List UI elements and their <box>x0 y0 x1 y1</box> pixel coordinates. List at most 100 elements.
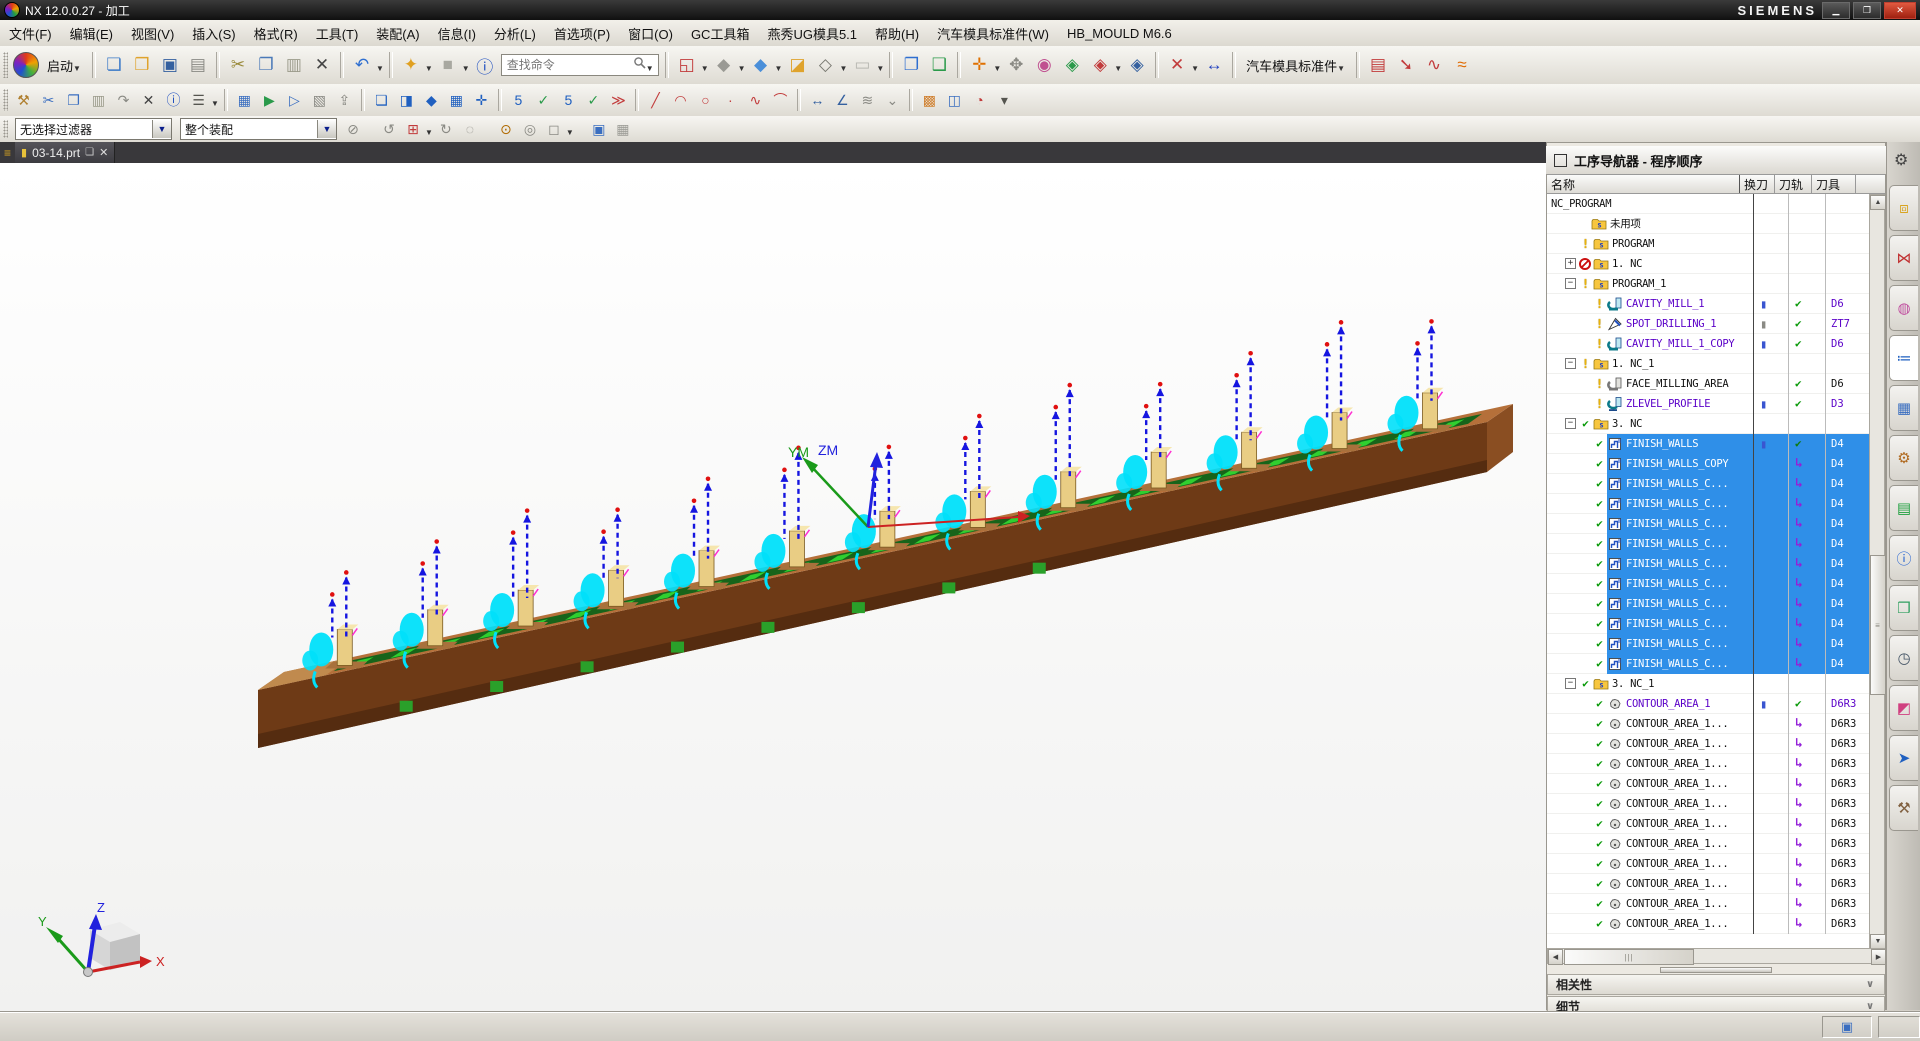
snap-point-dashed-icon[interactable]: ◎ <box>518 117 542 141</box>
collapse-icon[interactable]: − <box>1565 358 1576 369</box>
command-finder-input[interactable]: ▼ <box>500 54 659 76</box>
grid-display-icon[interactable]: ▦ <box>611 117 635 141</box>
tree-row[interactable]: ! CAVITY_MILL_1 ▮ ✔ D6 <box>1547 293 1869 314</box>
tree-row[interactable]: −! 1. NC_1 <box>1547 353 1869 374</box>
tree-item-name[interactable]: FACE_MILLING_AREA <box>1607 374 1753 394</box>
render-style-static-icon[interactable]: ◆ <box>710 51 738 79</box>
create-method-icon[interactable]: ▦ <box>444 88 469 113</box>
collapse-icon[interactable]: − <box>1565 418 1576 429</box>
chevron-down-icon[interactable]: ▼ <box>73 64 81 73</box>
restore-button[interactable]: ❐ <box>1853 1 1881 19</box>
column-toolpath[interactable]: 刀轨 <box>1774 175 1811 193</box>
tree-row[interactable]: ✔ FINISH_WALLS_C... ↳ D4 <box>1547 653 1869 674</box>
tree-row[interactable]: ✔ CONTOUR_AREA_1... ↳ D6R3 <box>1547 713 1869 734</box>
selection-filter-combo[interactable]: 无选择过滤器 ▼ <box>15 118 172 140</box>
tree-item-name[interactable]: PROGRAM_1 <box>1593 274 1753 294</box>
circle-tool-icon[interactable]: ○ <box>693 88 718 113</box>
menu-item[interactable]: 信息(I) <box>429 22 485 45</box>
tree-item-name[interactable]: CONTOUR_AREA_1... <box>1607 914 1753 934</box>
toolbar-handle[interactable] <box>3 119 8 139</box>
tree-item-name[interactable]: FINISH_WALLS_C... <box>1607 513 1753 534</box>
wcs-display-icon[interactable]: ▣ <box>587 117 611 141</box>
print-icon[interactable]: ▤ <box>184 51 212 79</box>
postprocess-icon[interactable]: ⇪ <box>332 88 357 113</box>
tree-item-name[interactable]: CONTOUR_AREA_1... <box>1607 854 1753 874</box>
move-component-icon[interactable]: ◈ <box>1058 51 1086 79</box>
arc-tool-icon[interactable]: ◠ <box>668 88 693 113</box>
chevron-down-icon[interactable]: ▼ <box>566 128 574 137</box>
rotate-selection-icon[interactable]: ↻ <box>434 117 458 141</box>
tree-row[interactable]: ✔ FINISH_WALLS_C... ↳ D4 <box>1547 633 1869 654</box>
menu-item[interactable]: 格式(R) <box>245 22 307 45</box>
menu-item[interactable]: 分析(L) <box>485 22 545 45</box>
chevron-down-icon[interactable]: ▼ <box>1114 64 1122 73</box>
menu-item[interactable]: 视图(V) <box>122 22 183 45</box>
chevron-down-icon[interactable]: ∨ <box>1860 977 1880 992</box>
tree-item-name[interactable]: CONTOUR_AREA_1... <box>1607 754 1753 774</box>
immediate-hide-icon[interactable]: ❑ <box>925 51 953 79</box>
column-name[interactable]: 名称 <box>1547 175 1739 193</box>
menu-item[interactable]: 燕秀UG模具5.1 <box>758 22 866 45</box>
create-tool-icon[interactable]: ◨ <box>394 88 419 113</box>
rail-tab-constraint-navigator[interactable]: ⋈ <box>1889 235 1918 281</box>
rail-tab-touch-mode[interactable]: ➤ <box>1889 735 1918 781</box>
tree-row[interactable]: ✔ FINISH_WALLS_C... ↳ D4 <box>1547 593 1869 614</box>
chevron-down-icon[interactable]: ▼ <box>425 64 433 73</box>
menu-item[interactable]: 帮助(H) <box>866 22 928 45</box>
offset-tool-icon[interactable]: ≋ <box>855 88 880 113</box>
menu-item[interactable]: 插入(S) <box>183 22 244 45</box>
face-analysis-icon[interactable]: ◪ <box>783 51 811 79</box>
dependencies-bar[interactable]: 相关性 ∨ <box>1547 974 1885 995</box>
scroll-down-icon[interactable]: ▼ <box>1870 934 1886 949</box>
trim-tool-icon[interactable]: ➘ <box>1392 51 1420 79</box>
tree-item-name[interactable]: FINISH_WALLS_C... <box>1607 633 1753 654</box>
chevron-down-icon[interactable]: ▼ <box>876 64 884 73</box>
open-file-icon[interactable]: ❒ <box>128 51 156 79</box>
command-search-input[interactable] <box>504 57 633 73</box>
tree-row[interactable]: ✔ CONTOUR_AREA_1... ↳ D6R3 <box>1547 753 1869 774</box>
tree-row[interactable]: − ✔ 3. NC <box>1547 413 1869 434</box>
rail-tab-assembly-navigator[interactable]: ⧈ <box>1889 185 1918 231</box>
chevron-down-icon[interactable]: ▼ <box>317 120 336 138</box>
verify-toolpath-icon[interactable]: ▷ <box>282 88 307 113</box>
tree-item-name[interactable]: ZLEVEL_PROFILE <box>1607 394 1753 414</box>
tree-row[interactable]: − ✔ 3. NC_1 <box>1547 673 1869 694</box>
cut-icon[interactable]: ✂ <box>224 51 252 79</box>
rail-tab-machine-tool-view[interactable]: ▦ <box>1889 385 1918 431</box>
vertical-scroll-thumb[interactable]: ≡ <box>1870 555 1886 695</box>
menu-item[interactable]: 文件(F) <box>0 22 61 45</box>
tree-row[interactable]: ! ZLEVEL_PROFILE ▮ ✔ D3 <box>1547 393 1869 414</box>
tree-item-name[interactable]: CONTOUR_AREA_1... <box>1607 894 1753 914</box>
tree-item-name[interactable]: FINISH_WALLS_C... <box>1607 613 1753 634</box>
delete-constraint-icon[interactable]: ✕ <box>1163 51 1191 79</box>
close-icon[interactable]: ✕ <box>99 146 108 159</box>
search-icon[interactable] <box>633 56 646 74</box>
tree-row[interactable]: ✔ CONTOUR_AREA_1... ↳ D6R3 <box>1547 873 1869 894</box>
chevron-down-icon[interactable]: ▼ <box>1191 64 1199 73</box>
tree-item-name[interactable]: CONTOUR_AREA_1... <box>1607 834 1753 854</box>
tree-row[interactable]: −! PROGRAM_1 <box>1547 273 1869 294</box>
tree-row[interactable]: ✔ CONTOUR_AREA_1... ↳ D6R3 <box>1547 913 1869 934</box>
toolpath-ok-icon[interactable]: ✓ <box>531 88 556 113</box>
point-tool-icon[interactable]: ∙ <box>718 88 743 113</box>
rail-tab-operation-navigator[interactable]: ≔ <box>1889 335 1918 381</box>
tree-item-name[interactable]: FINISH_WALLS_C... <box>1607 493 1753 514</box>
tree-item-name[interactable]: CONTOUR_AREA_1... <box>1607 714 1753 734</box>
tree-row[interactable]: ✔ FINISH_WALLS_C... ↳ D4 <box>1547 493 1869 514</box>
tree-item-name[interactable]: FINISH_WALLS_C... <box>1607 473 1753 494</box>
tree-row[interactable]: ✔ FINISH_WALLS ▮ ✔ D4 <box>1547 433 1869 454</box>
tree-item-name[interactable]: 1. NC <box>1593 254 1753 274</box>
new-file-icon[interactable]: ❏ <box>100 51 128 79</box>
tree-item-name[interactable]: FINISH_WALLS_C... <box>1607 573 1753 594</box>
tree-item-name[interactable]: CONTOUR_AREA_1... <box>1607 774 1753 794</box>
angle-tool-icon[interactable]: ∠ <box>830 88 855 113</box>
tree-item-name[interactable]: 未用项 <box>1591 214 1753 234</box>
tree-row[interactable]: ✔ CONTOUR_AREA_1... ↳ D6R3 <box>1547 793 1869 814</box>
collapse-icon[interactable]: − <box>1565 678 1576 689</box>
feed-rates-icon[interactable]: ≫ <box>606 88 631 113</box>
delete-icon[interactable]: ✕ <box>308 51 336 79</box>
tree-item-name[interactable]: NC_PROGRAM <box>1551 194 1753 214</box>
graphics-viewport[interactable]: YM ZM X Y Z <box>0 163 1546 1012</box>
tree-item-name[interactable]: CONTOUR_AREA_1 <box>1607 694 1753 714</box>
chevron-down-icon[interactable]: ▼ <box>152 120 171 138</box>
